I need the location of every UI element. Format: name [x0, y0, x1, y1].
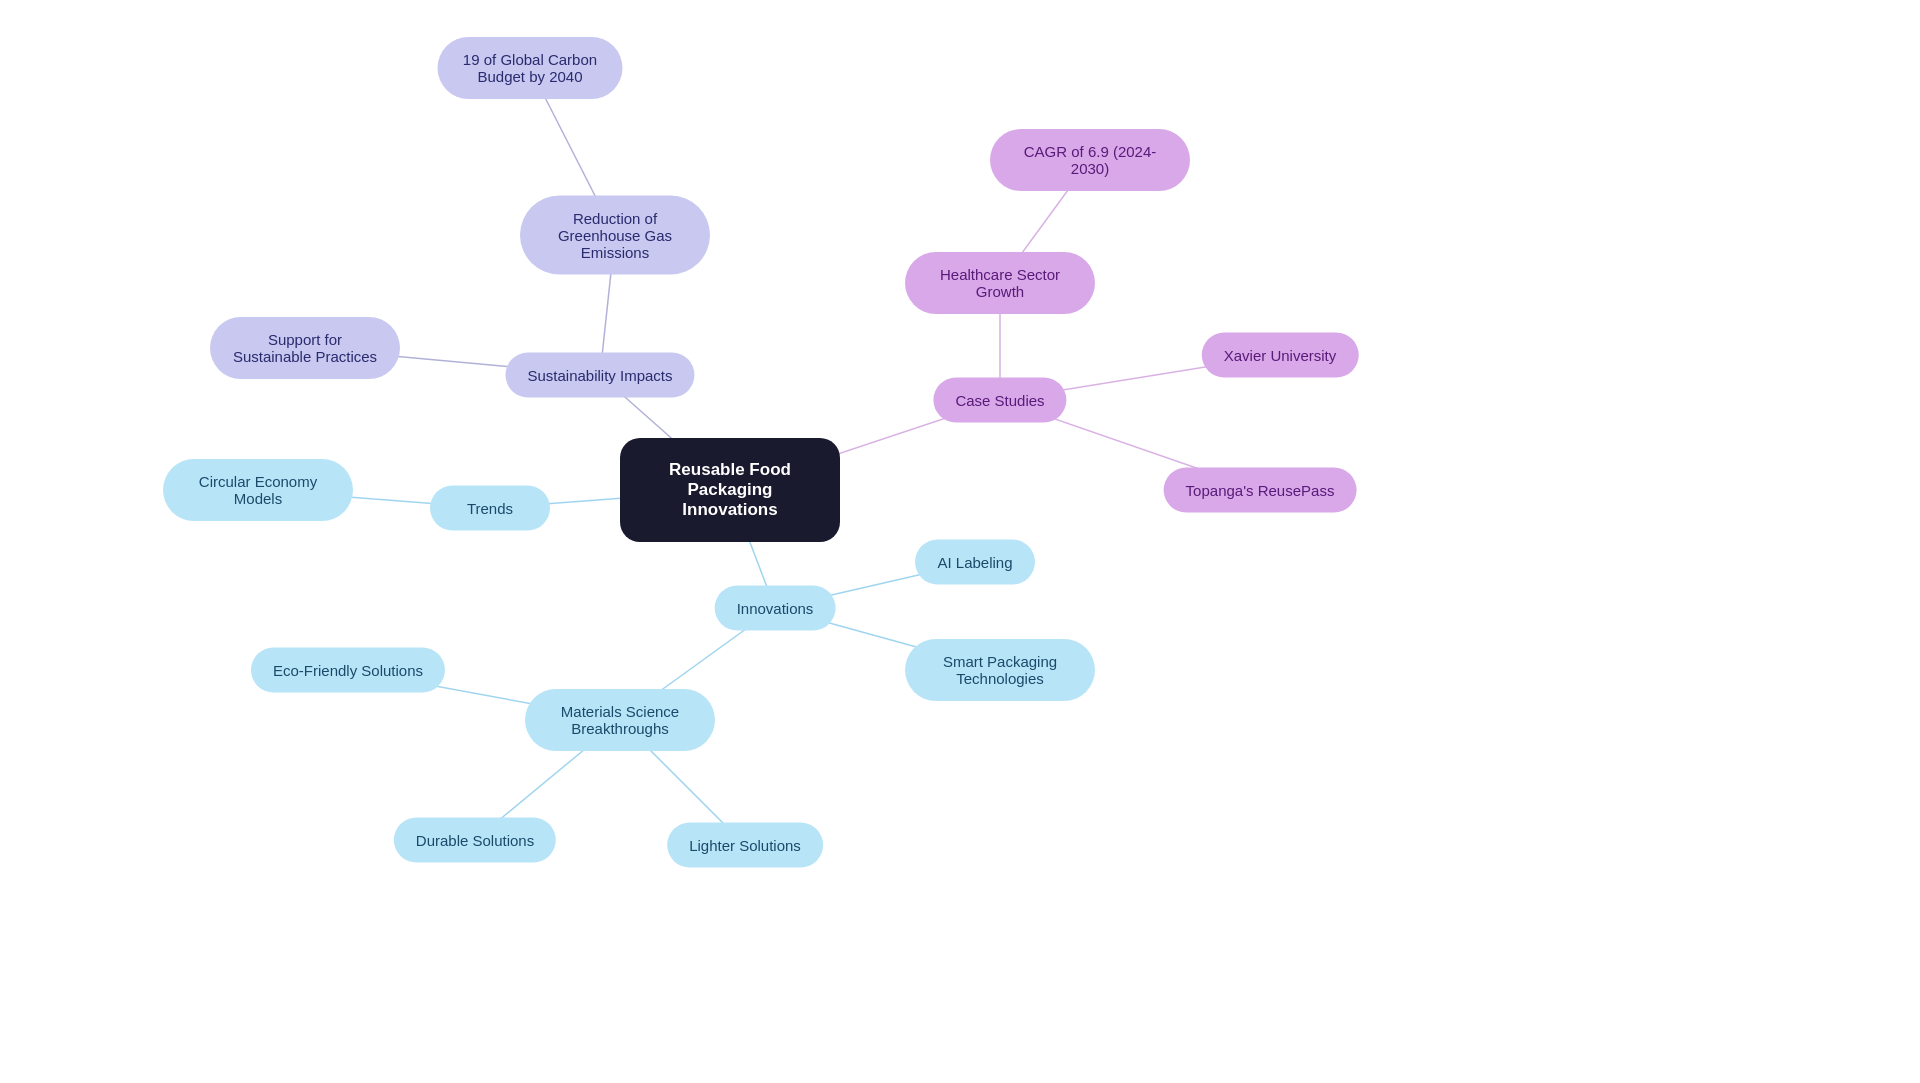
node-carbon_budget[interactable]: 19 of Global Carbon Budget by 2040 [438, 37, 623, 99]
node-ai_labeling[interactable]: AI Labeling [915, 540, 1035, 585]
node-trends[interactable]: Trends [430, 486, 550, 531]
node-label-circular_economy: Circular Economy Models [185, 473, 331, 507]
node-label-healthcare_growth: Healthcare Sector Growth [927, 266, 1073, 300]
node-label-eco_friendly: Eco-Friendly Solutions [273, 662, 423, 679]
node-innovations[interactable]: Innovations [715, 586, 836, 631]
node-materials_science[interactable]: Materials Science Breakthroughs [525, 689, 715, 751]
node-label-reduction_ghg: Reduction of Greenhouse Gas Emissions [542, 210, 688, 261]
node-case_studies[interactable]: Case Studies [933, 378, 1066, 423]
node-label-center: Reusable Food Packaging Innovations [656, 460, 804, 520]
node-healthcare_growth[interactable]: Healthcare Sector Growth [905, 252, 1095, 314]
node-center[interactable]: Reusable Food Packaging Innovations [620, 438, 840, 542]
node-circular_economy[interactable]: Circular Economy Models [163, 459, 353, 521]
node-label-case_studies: Case Studies [955, 392, 1044, 409]
node-label-sustainability_impacts: Sustainability Impacts [527, 367, 672, 384]
node-label-xavier: Xavier University [1224, 347, 1337, 364]
node-label-support_sustainable: Support for Sustainable Practices [232, 331, 378, 365]
node-label-smart_packaging: Smart Packaging Technologies [927, 653, 1073, 687]
node-smart_packaging[interactable]: Smart Packaging Technologies [905, 639, 1095, 701]
node-eco_friendly[interactable]: Eco-Friendly Solutions [251, 648, 445, 693]
mind-map: Reusable Food Packaging Innovations Susta… [0, 0, 1920, 1083]
node-label-ai_labeling: AI Labeling [937, 554, 1012, 571]
node-durable_solutions[interactable]: Durable Solutions [394, 818, 556, 863]
node-xavier[interactable]: Xavier University [1202, 333, 1359, 378]
node-label-topanga: Topanga's ReusePass [1186, 482, 1335, 499]
node-label-lighter_solutions: Lighter Solutions [689, 837, 801, 854]
node-sustainability_impacts[interactable]: Sustainability Impacts [505, 353, 694, 398]
node-label-trends: Trends [467, 500, 513, 517]
node-lighter_solutions[interactable]: Lighter Solutions [667, 823, 823, 868]
node-topanga[interactable]: Topanga's ReusePass [1164, 468, 1357, 513]
node-label-materials_science: Materials Science Breakthroughs [547, 703, 693, 737]
node-label-cagr: CAGR of 6.9 (2024-2030) [1012, 143, 1168, 177]
node-label-carbon_budget: 19 of Global Carbon Budget by 2040 [460, 51, 601, 85]
node-reduction_ghg[interactable]: Reduction of Greenhouse Gas Emissions [520, 196, 710, 275]
node-label-innovations: Innovations [737, 600, 814, 617]
node-label-durable_solutions: Durable Solutions [416, 832, 534, 849]
node-cagr[interactable]: CAGR of 6.9 (2024-2030) [990, 129, 1190, 191]
node-support_sustainable[interactable]: Support for Sustainable Practices [210, 317, 400, 379]
